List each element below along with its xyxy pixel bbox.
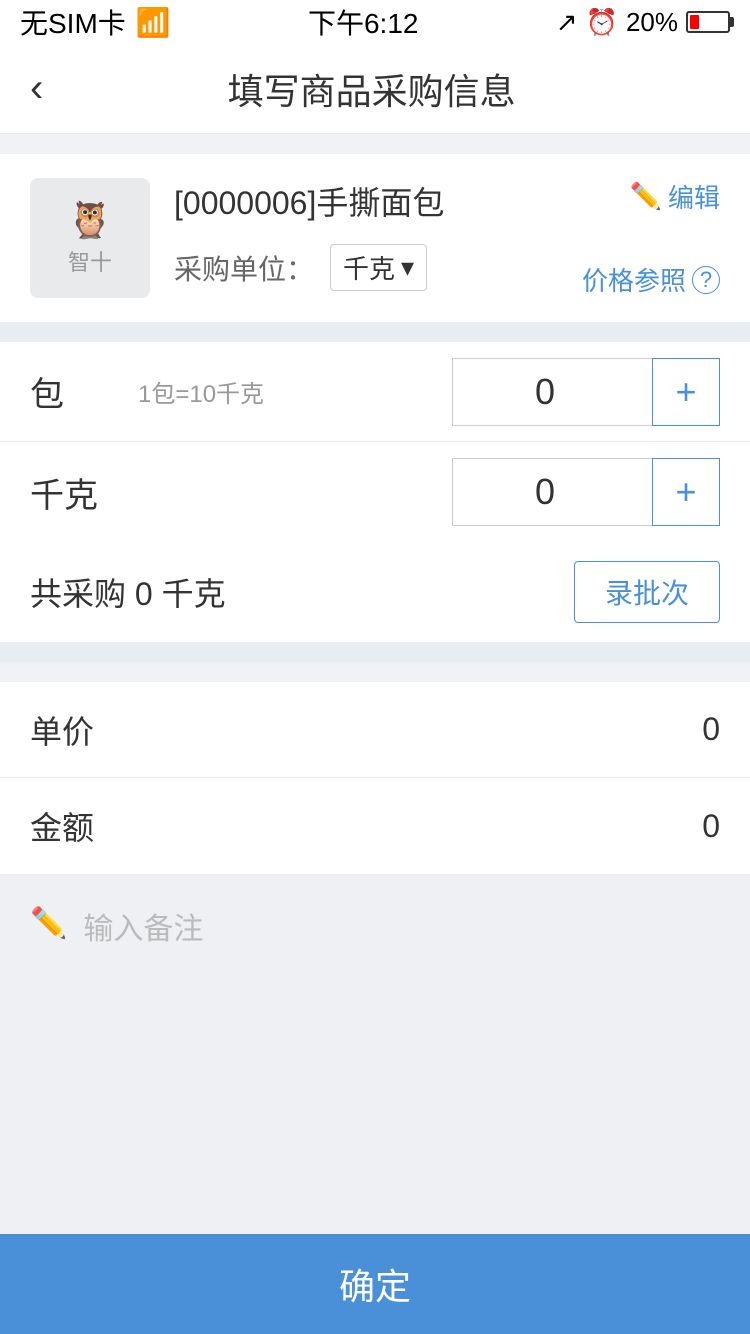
- bag-input-row: 包 1包=10千克 +: [0, 342, 750, 442]
- kg-input-control: +: [452, 458, 720, 526]
- unit-price-value: 0: [702, 711, 720, 748]
- status-left: 无SIM卡 📶: [20, 2, 171, 42]
- unit-price-row: 单价 0: [0, 682, 750, 778]
- edit-label: 编辑: [668, 178, 720, 215]
- bag-input-control: +: [452, 358, 720, 426]
- help-icon: ?: [692, 266, 720, 294]
- product-image: 🦉 智十: [30, 178, 150, 298]
- location-icon: ↗: [556, 7, 578, 38]
- price-section: 单价 0 金额 0: [0, 682, 750, 874]
- amount-label: 金额: [30, 803, 94, 849]
- bag-plus-button[interactable]: +: [652, 358, 720, 426]
- unit-price-label: 单价: [30, 707, 94, 753]
- total-label: 共采购 0 千克: [30, 569, 226, 615]
- bag-quantity-input[interactable]: [452, 358, 652, 426]
- product-logo-text: 智十: [68, 245, 112, 277]
- kg-plus-button[interactable]: +: [652, 458, 720, 526]
- back-button[interactable]: ‹: [30, 66, 43, 111]
- wifi-icon: 📶: [136, 6, 171, 39]
- product-logo-icon: 🦉: [68, 199, 113, 241]
- kg-input-row: 千克 +: [0, 442, 750, 542]
- amount-value: 0: [702, 808, 720, 845]
- status-right: ↗ ⏰ 20%: [556, 7, 730, 38]
- status-time: 下午6:12: [308, 2, 419, 42]
- amount-row: 金额 0: [0, 778, 750, 874]
- note-section[interactable]: ✏️ 输入备注: [0, 874, 750, 994]
- edit-icon: ✏️: [630, 181, 662, 212]
- battery-percent: 20%: [626, 7, 678, 38]
- nav-bar: ‹ 填写商品采购信息: [0, 44, 750, 134]
- price-ref-label: 价格参照: [582, 261, 686, 298]
- confirm-button[interactable]: 确定: [0, 1234, 750, 1334]
- input-section: 包 1包=10千克 + 千克 +: [0, 342, 750, 542]
- record-batch-button[interactable]: 录批次: [574, 561, 720, 623]
- battery-icon: [686, 11, 730, 33]
- section-divider-1: [0, 322, 750, 342]
- alarm-icon: ⏰: [586, 7, 618, 38]
- note-placeholder: 输入备注: [83, 904, 203, 948]
- pencil-icon: ✏️: [30, 906, 67, 941]
- kg-quantity-input[interactable]: [452, 458, 652, 526]
- edit-button[interactable]: ✏️ 编辑: [630, 178, 720, 215]
- unit-label: 采购单位：: [174, 248, 314, 288]
- price-ref-button[interactable]: 价格参照 ?: [582, 261, 720, 298]
- carrier-label: 无SIM卡: [20, 2, 126, 42]
- bag-label: 包: [30, 367, 130, 416]
- chevron-down-icon: ▾: [401, 252, 414, 283]
- total-row: 共采购 0 千克 录批次: [0, 542, 750, 642]
- product-card: 🦉 智十 [0000006]手撕面包 采购单位： 千克 ▾ ✏️ 编辑 价格参照…: [0, 154, 750, 322]
- kg-label: 千克: [30, 468, 130, 517]
- bag-sublabel: 1包=10千克: [138, 374, 264, 409]
- unit-value: 千克: [343, 249, 395, 286]
- unit-select[interactable]: 千克 ▾: [330, 244, 427, 291]
- page-title: 填写商品采购信息: [63, 63, 680, 115]
- status-bar: 无SIM卡 📶 下午6:12 ↗ ⏰ 20%: [0, 0, 750, 44]
- section-divider-2: [0, 642, 750, 662]
